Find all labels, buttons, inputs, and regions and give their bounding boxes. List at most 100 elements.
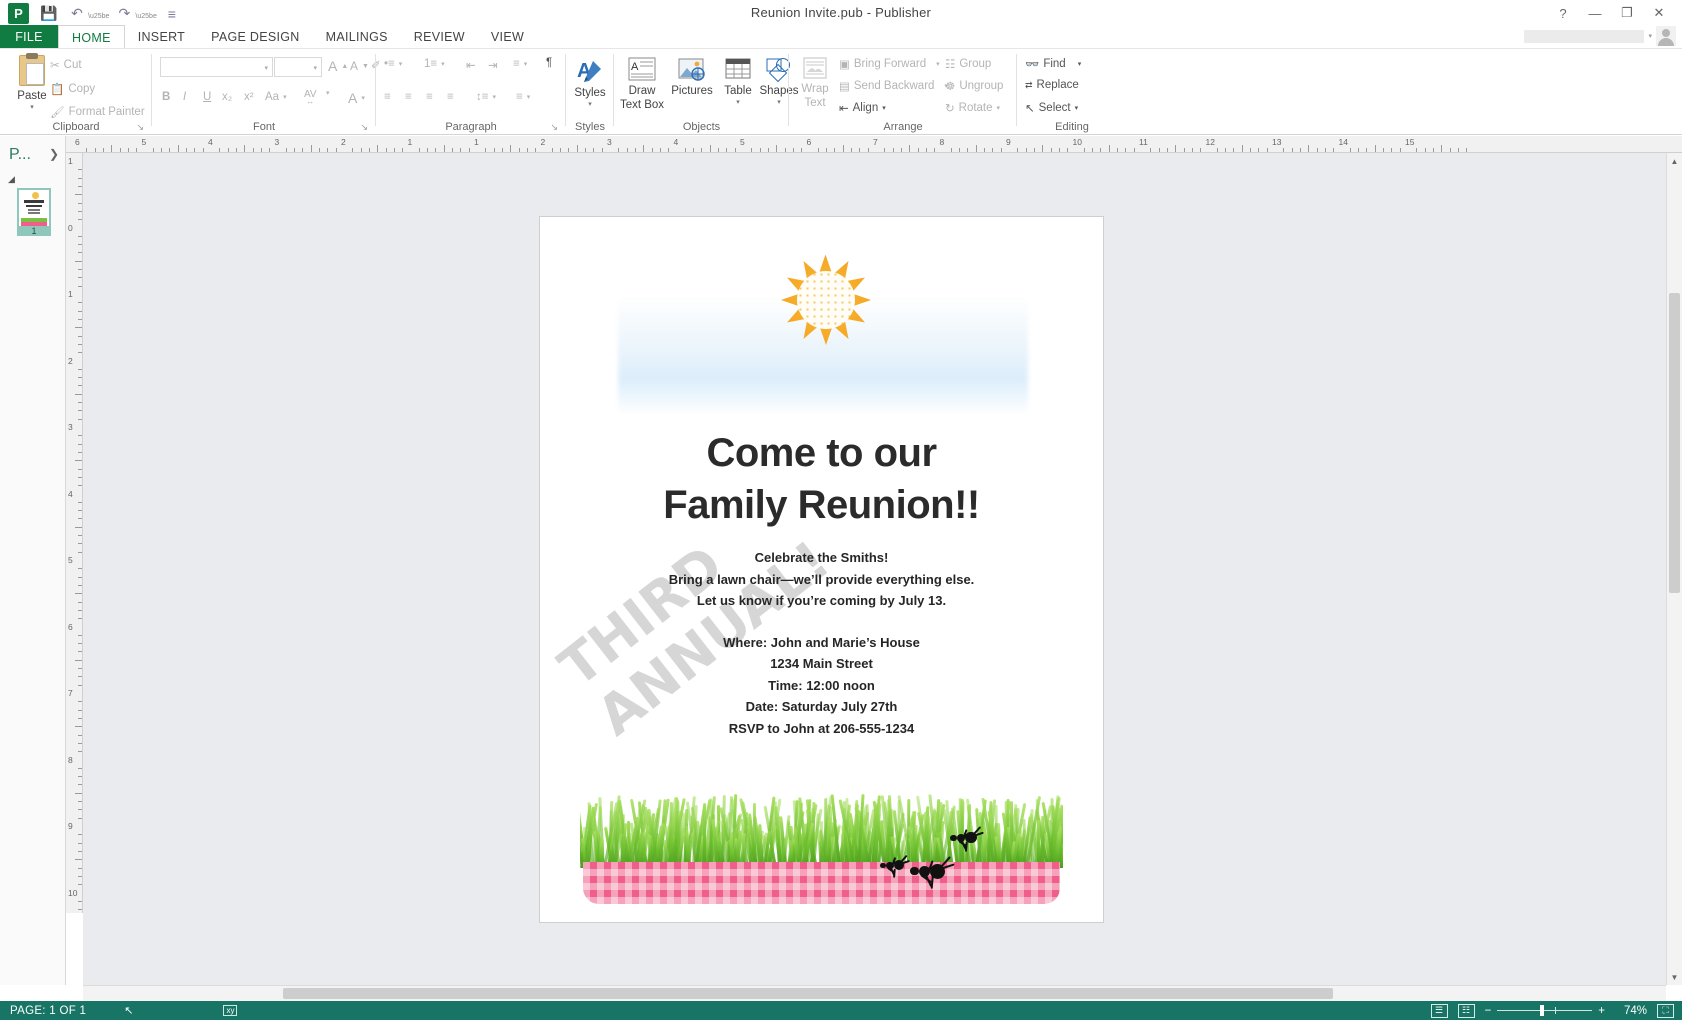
align-button[interactable]: ⇤ Align ▾ [839,101,886,115]
font-size-input[interactable]: ▾ [274,57,322,77]
table-button[interactable]: Table ▾ [718,57,758,106]
zoom-slider[interactable]: − + [1485,1005,1605,1017]
align-center-button[interactable]: ≡ [405,91,412,103]
single-page-view-button[interactable]: ☰ [1431,1004,1448,1018]
bring-forward-button[interactable]: ▣ Bring Forward ▾ [839,57,940,71]
vertical-ruler[interactable]: 1 0 1 2 3 4 5 6 7 8 9 10 [66,153,83,913]
italic-button[interactable]: I [183,91,186,103]
rotate-chevron-down-icon[interactable]: ▾ [997,104,1001,112]
baseline-chevron-down-icon[interactable]: ▾ [527,93,531,101]
line-spacing-chevron-down-icon[interactable]: ▾ [524,60,528,68]
format-painter-button[interactable]: 🖌 Format Painter [50,105,145,119]
font-name-chevron-down-icon[interactable]: ▾ [264,64,268,72]
decrease-indent-button[interactable]: ⇤ [466,58,476,72]
fit-page-button[interactable]: ⛶ [1657,1004,1674,1018]
grow-font-button[interactable]: A ▲ [328,58,348,74]
align-left-button[interactable]: ≡ [384,91,391,103]
numbering-button[interactable]: 1≡ ▾ [424,58,445,70]
shrink-font-button[interactable]: A ▼ [350,59,369,73]
pictures-button[interactable]: Pictures [666,57,718,97]
wrap-text-button[interactable]: Wrap Text [793,57,837,109]
copy-button[interactable]: 📋 Copy [50,82,95,96]
bring-forward-chevron-down-icon[interactable]: ▾ [936,60,940,68]
show-formatting-marks-button[interactable]: ¶ [546,57,552,69]
clipboard-dialog-launcher[interactable]: ↘ [136,122,144,133]
close-button[interactable]: ✕ [1644,2,1674,24]
zoom-knob[interactable] [1540,1005,1544,1016]
change-case-chevron-down-icon[interactable]: ▾ [283,93,287,101]
horizontal-ruler[interactable]: 6 5 4 3 2 1 1 2 3 4 5 6 7 8 9 10 11 12 13 14 15 [66,136,1682,153]
bullets-chevron-down-icon[interactable]: ▾ [399,60,403,68]
superscript-button[interactable]: x² [244,91,254,103]
zoom-out-button[interactable]: − [1485,1005,1492,1017]
line-spacing-menu-button[interactable]: ≡ ▾ [513,58,527,70]
minimize-button[interactable]: — [1580,2,1610,24]
find-button[interactable]: 👓 Find ▾ [1025,57,1081,71]
tab-home[interactable]: HOME [58,25,125,49]
horizontal-scrollbar[interactable] [83,985,1666,1001]
styles-chevron-down-icon[interactable]: ▾ [588,100,592,108]
document-canvas[interactable]: THIRD ANNUAL! Come to our Family Reunion… [83,153,1666,985]
group-button[interactable]: ☷ Group [945,57,991,71]
account-chevron-down-icon[interactable]: ▾ [1648,32,1652,40]
ungroup-button[interactable]: ☸ Ungroup [945,79,1003,93]
draw-text-box-button[interactable]: A Draw Text Box [618,57,666,111]
send-backward-button[interactable]: ▤ Send Backward ▾ [839,79,948,93]
character-spacing-chevron[interactable]: ▾ [326,89,330,97]
sun-graphic[interactable] [768,242,883,357]
collapse-arrow-icon[interactable]: ◢ [8,174,15,185]
paste-button[interactable]: Paste ▾ [8,55,56,111]
tab-page-design[interactable]: PAGE DESIGN [198,25,313,49]
line-spacing-button[interactable]: ↕≡ ▾ [476,91,496,103]
select-button[interactable]: ↖ Select ▾ [1025,101,1078,115]
line-spacing-arrow-icon[interactable]: ▾ [492,93,496,101]
numbering-chevron-down-icon[interactable]: ▾ [441,60,445,68]
font-size-chevron-down-icon[interactable]: ▾ [313,64,317,72]
align-chevron-down-icon[interactable]: ▾ [882,104,886,112]
scroll-down-icon[interactable]: ▼ [1667,969,1682,985]
bullets-button[interactable]: •≡ ▾ [384,58,402,70]
scroll-up-icon[interactable]: ▲ [1667,153,1682,169]
body-text-box[interactable]: Celebrate the Smiths! Bring a lawn chair… [540,547,1103,739]
picnic-scene-graphic[interactable] [580,784,1063,904]
zoom-in-button[interactable]: + [1598,1005,1605,1017]
cut-button[interactable]: ✂ Cut [50,58,82,72]
avatar[interactable] [1656,26,1676,46]
change-case-button[interactable]: Aa ▾ [265,91,287,103]
font-name-input[interactable]: ▾ [160,57,273,77]
find-chevron-down-icon[interactable]: ▾ [1078,60,1082,68]
horizontal-scroll-thumb[interactable] [283,988,1333,999]
shapes-chevron-down-icon[interactable]: ▾ [777,98,781,106]
vertical-scroll-thumb[interactable] [1669,293,1680,593]
headline-text-box[interactable]: Come to our Family Reunion!! [540,427,1103,531]
subscript-button[interactable]: x₂ [222,91,232,103]
tab-mailings[interactable]: MAILINGS [313,25,401,49]
paragraph-dialog-launcher[interactable]: ↘ [550,122,558,133]
tab-insert[interactable]: INSERT [125,25,198,49]
justify-button[interactable]: ≡ [447,91,454,103]
styles-button[interactable]: A Styles ▾ [568,57,612,108]
vertical-scrollbar[interactable]: ▲ ▼ [1666,153,1682,985]
tab-view[interactable]: VIEW [478,25,537,49]
bold-button[interactable]: B [162,91,170,103]
zoom-level[interactable]: 74% [1615,1005,1647,1017]
replace-button[interactable]: ⇄ Replace [1025,79,1079,91]
character-spacing-button[interactable]: AV ↔ [304,89,317,106]
font-dialog-launcher[interactable]: ↘ [360,122,368,133]
underline-button[interactable]: U [203,91,211,103]
tab-file[interactable]: FILE [0,25,58,49]
baseline-button[interactable]: ≡ ▾ [516,91,530,103]
publication-page[interactable]: THIRD ANNUAL! Come to our Family Reunion… [540,217,1103,922]
align-right-button[interactable]: ≡ [426,91,433,103]
font-color-button[interactable]: A ▾ [348,90,365,106]
tab-review[interactable]: REVIEW [401,25,478,49]
select-chevron-down-icon[interactable]: ▾ [1075,104,1079,112]
paste-chevron-down-icon[interactable]: ▾ [30,103,34,111]
rotate-button[interactable]: ↻ Rotate ▾ [945,101,1000,115]
help-button[interactable]: ? [1548,2,1578,24]
zoom-track[interactable] [1497,1010,1592,1011]
page-thumbnail-1[interactable]: 1 [17,188,51,236]
expand-pane-icon[interactable]: ❯ [49,147,59,161]
restore-button[interactable]: ❐ [1612,2,1642,24]
table-chevron-down-icon[interactable]: ▾ [736,98,740,106]
